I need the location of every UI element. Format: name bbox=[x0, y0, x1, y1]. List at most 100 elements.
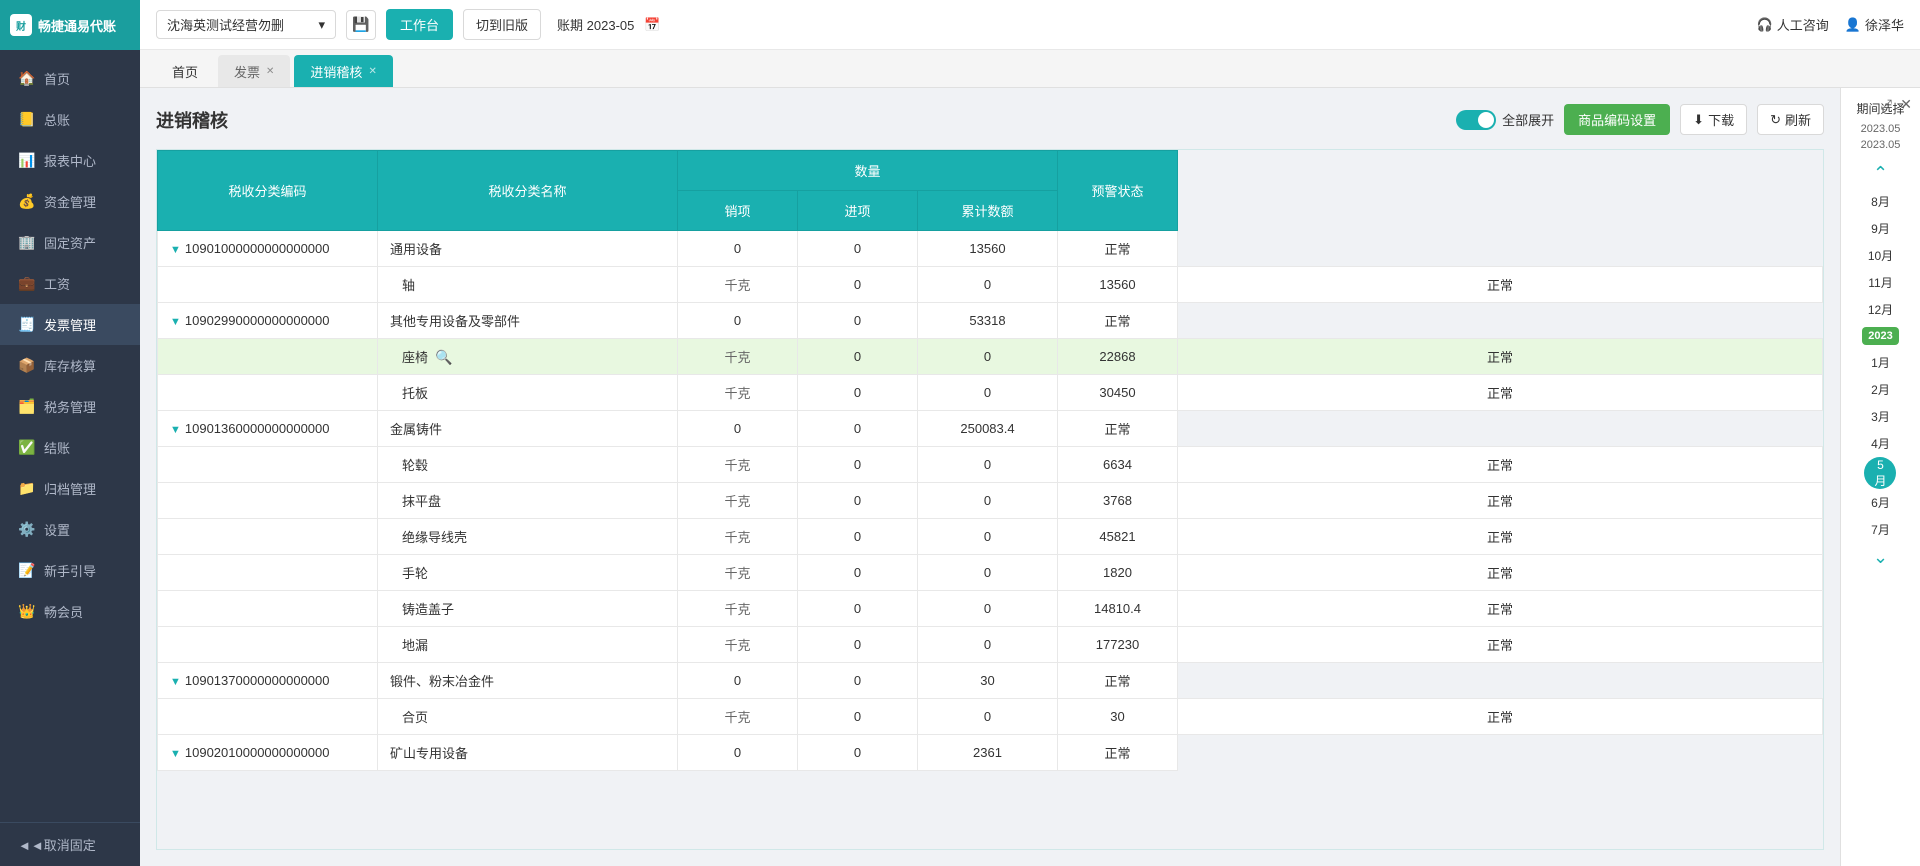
workbench-button[interactable]: 工作台 bbox=[386, 9, 453, 40]
toggle-switch[interactable] bbox=[1456, 110, 1496, 130]
cell-total: 13560 bbox=[1058, 267, 1178, 303]
expand-icon[interactable]: ▼ bbox=[170, 748, 181, 760]
period-month-item[interactable]: 7月 bbox=[1860, 516, 1901, 543]
expand-label: 全部展开 bbox=[1502, 110, 1554, 129]
cell-purchase: 0 bbox=[798, 231, 918, 267]
cell-code bbox=[158, 447, 378, 483]
archive-icon: 📁 bbox=[18, 480, 34, 497]
period-month-item[interactable]: 4月 bbox=[1860, 430, 1901, 457]
sidebar-item-assets[interactable]: 🏢 固定资产 bbox=[0, 222, 140, 263]
sidebar-nav: 🏠 首页 📒 总账 📊 报表中心 💰 资金管理 🏢 固定资产 💼 工资 🧾 发票… bbox=[0, 50, 140, 822]
expand-toggle[interactable]: 全部展开 bbox=[1456, 110, 1554, 130]
sidebar-item-member[interactable]: 👑 畅会员 bbox=[0, 591, 140, 632]
sidebar-item-guide[interactable]: 📝 新手引导 bbox=[0, 550, 140, 591]
cell-sales: 0 bbox=[798, 627, 918, 663]
cell-total: 14810.4 bbox=[1058, 591, 1178, 627]
sidebar-item-capital[interactable]: 💰 资金管理 bbox=[0, 181, 140, 222]
sidebar-item-inventory[interactable]: 📦 库存核算 bbox=[0, 345, 140, 386]
period-month-item[interactable]: 2月 bbox=[1860, 376, 1901, 403]
refresh-button[interactable]: ↻ 刷新 bbox=[1757, 104, 1824, 135]
cell-warning: 正常 bbox=[1178, 519, 1823, 555]
page-title-bar: 进销稽核 全部展开 商品编码设置 ⬇ 下载 ↻ 刷新 bbox=[156, 104, 1824, 135]
sidebar-item-reports[interactable]: 📊 报表中心 bbox=[0, 140, 140, 181]
expand-icon[interactable]: ▼ bbox=[170, 424, 181, 436]
cell-code bbox=[158, 699, 378, 735]
period-month-item[interactable]: 3月 bbox=[1860, 403, 1901, 430]
expand-panel-button[interactable]: ⤢ bbox=[1881, 96, 1892, 113]
sidebar-unpin-button[interactable]: ◄◄取消固定 bbox=[0, 822, 140, 866]
cell-warning: 正常 bbox=[1058, 663, 1178, 699]
product-code-button[interactable]: 商品编码设置 bbox=[1564, 104, 1670, 135]
expand-icon[interactable]: ▼ bbox=[170, 676, 181, 688]
cell-name: 通用设备 bbox=[378, 231, 678, 267]
download-button[interactable]: ⬇ 下载 bbox=[1680, 104, 1747, 135]
cell-total: 30 bbox=[1058, 699, 1178, 735]
period-month-item[interactable]: 12月 bbox=[1860, 296, 1901, 323]
table-row: 手轮 千克 0 0 1820 正常 bbox=[158, 555, 1823, 591]
period-month-item[interactable]: 6月 bbox=[1860, 489, 1901, 516]
sidebar-item-invoice[interactable]: 🧾 发票管理 bbox=[0, 304, 140, 345]
table-row: ▼10901000000000000000 通用设备 0 0 13560 正常 bbox=[158, 231, 1823, 267]
tab-invoice[interactable]: 发票 ✕ bbox=[218, 55, 290, 87]
cell-name: 手轮 bbox=[378, 555, 678, 591]
cell-unit: 千克 bbox=[678, 483, 798, 519]
cell-code: ▼10902990000000000000 bbox=[158, 303, 378, 339]
period-month-item[interactable]: 11月 bbox=[1860, 269, 1901, 296]
period-month-active[interactable]: 5月 bbox=[1864, 457, 1896, 489]
wages-icon: 💼 bbox=[18, 275, 34, 292]
cell-unit: 千克 bbox=[678, 339, 798, 375]
cell-purchase: 0 bbox=[798, 303, 918, 339]
cell-code bbox=[158, 519, 378, 555]
period-year-label[interactable]: 2023 bbox=[1862, 327, 1898, 345]
period-month-item[interactable]: 1月 bbox=[1860, 349, 1901, 376]
period-month-item[interactable]: 9月 bbox=[1860, 215, 1901, 242]
calendar-icon[interactable]: 📅 bbox=[644, 17, 660, 33]
guide-icon: 📝 bbox=[18, 562, 34, 579]
period-nav-down[interactable]: ⌄ bbox=[1869, 543, 1892, 572]
cell-code: ▼10902010000000000000 bbox=[158, 735, 378, 771]
sidebar-item-ledger[interactable]: 📒 总账 bbox=[0, 99, 140, 140]
sidebar-item-tax[interactable]: 🗂️ 税务管理 bbox=[0, 386, 140, 427]
user-menu[interactable]: 👤 徐泽华 bbox=[1845, 15, 1904, 34]
cell-name: 绝缘导线壳 bbox=[378, 519, 678, 555]
search-icon[interactable]: 🔍 bbox=[435, 349, 452, 365]
save-button[interactable]: 💾 bbox=[346, 10, 376, 40]
cell-total: 3768 bbox=[1058, 483, 1178, 519]
tab-check-close[interactable]: ✕ bbox=[368, 66, 376, 77]
cell-purchase: 0 bbox=[918, 699, 1058, 735]
period-nav-up[interactable]: ⌃ bbox=[1869, 159, 1892, 188]
col-quantity-group: 数量 bbox=[678, 151, 1058, 191]
sidebar-item-archive[interactable]: 📁 归档管理 bbox=[0, 468, 140, 509]
tab-check[interactable]: 进销稽核 ✕ bbox=[294, 55, 392, 87]
sidebar-item-home[interactable]: 🏠 首页 bbox=[0, 58, 140, 99]
cell-total: 30 bbox=[918, 663, 1058, 699]
cell-sales: 0 bbox=[798, 483, 918, 519]
expand-icon[interactable]: ▼ bbox=[170, 244, 181, 256]
close-panel-button[interactable]: ✕ bbox=[1900, 96, 1912, 113]
cell-unit: 千克 bbox=[678, 519, 798, 555]
unpin-label: ◄◄取消固定 bbox=[18, 835, 96, 854]
cell-sales: 0 bbox=[678, 411, 798, 447]
sidebar-item-wages[interactable]: 💼 工资 bbox=[0, 263, 140, 304]
main-area: 沈海英测试经营勿删 ▾ 💾 工作台 切到旧版 账期 2023-05 📅 🎧 人工… bbox=[140, 0, 1920, 866]
tab-home[interactable]: 首页 bbox=[156, 55, 214, 87]
sidebar-item-settle[interactable]: ✅ 结账 bbox=[0, 427, 140, 468]
period-month-item[interactable]: 8月 bbox=[1860, 188, 1901, 215]
old-version-button[interactable]: 切到旧版 bbox=[463, 9, 541, 40]
cell-sales: 0 bbox=[678, 663, 798, 699]
sidebar-item-settings[interactable]: ⚙️ 设置 bbox=[0, 509, 140, 550]
tax-icon: 🗂️ bbox=[18, 398, 34, 415]
service-button[interactable]: 🎧 人工咨询 bbox=[1757, 15, 1829, 34]
cell-total: 1820 bbox=[1058, 555, 1178, 591]
cell-code bbox=[158, 591, 378, 627]
expand-icon[interactable]: ▼ bbox=[170, 316, 181, 328]
table-row: ▼10901370000000000000 锻件、粉末冶金件 0 0 30 正常 bbox=[158, 663, 1823, 699]
cell-code bbox=[158, 267, 378, 303]
period-month-item[interactable]: 10月 bbox=[1860, 242, 1901, 269]
data-table-container: 税收分类编码 税收分类名称 数量 预警状态 销项 进项 累计数额 bbox=[156, 149, 1824, 850]
cell-warning: 正常 bbox=[1058, 411, 1178, 447]
tab-invoice-close[interactable]: ✕ bbox=[266, 66, 274, 77]
cell-code bbox=[158, 555, 378, 591]
company-selector[interactable]: 沈海英测试经营勿删 ▾ bbox=[156, 10, 336, 39]
cell-warning: 正常 bbox=[1178, 447, 1823, 483]
